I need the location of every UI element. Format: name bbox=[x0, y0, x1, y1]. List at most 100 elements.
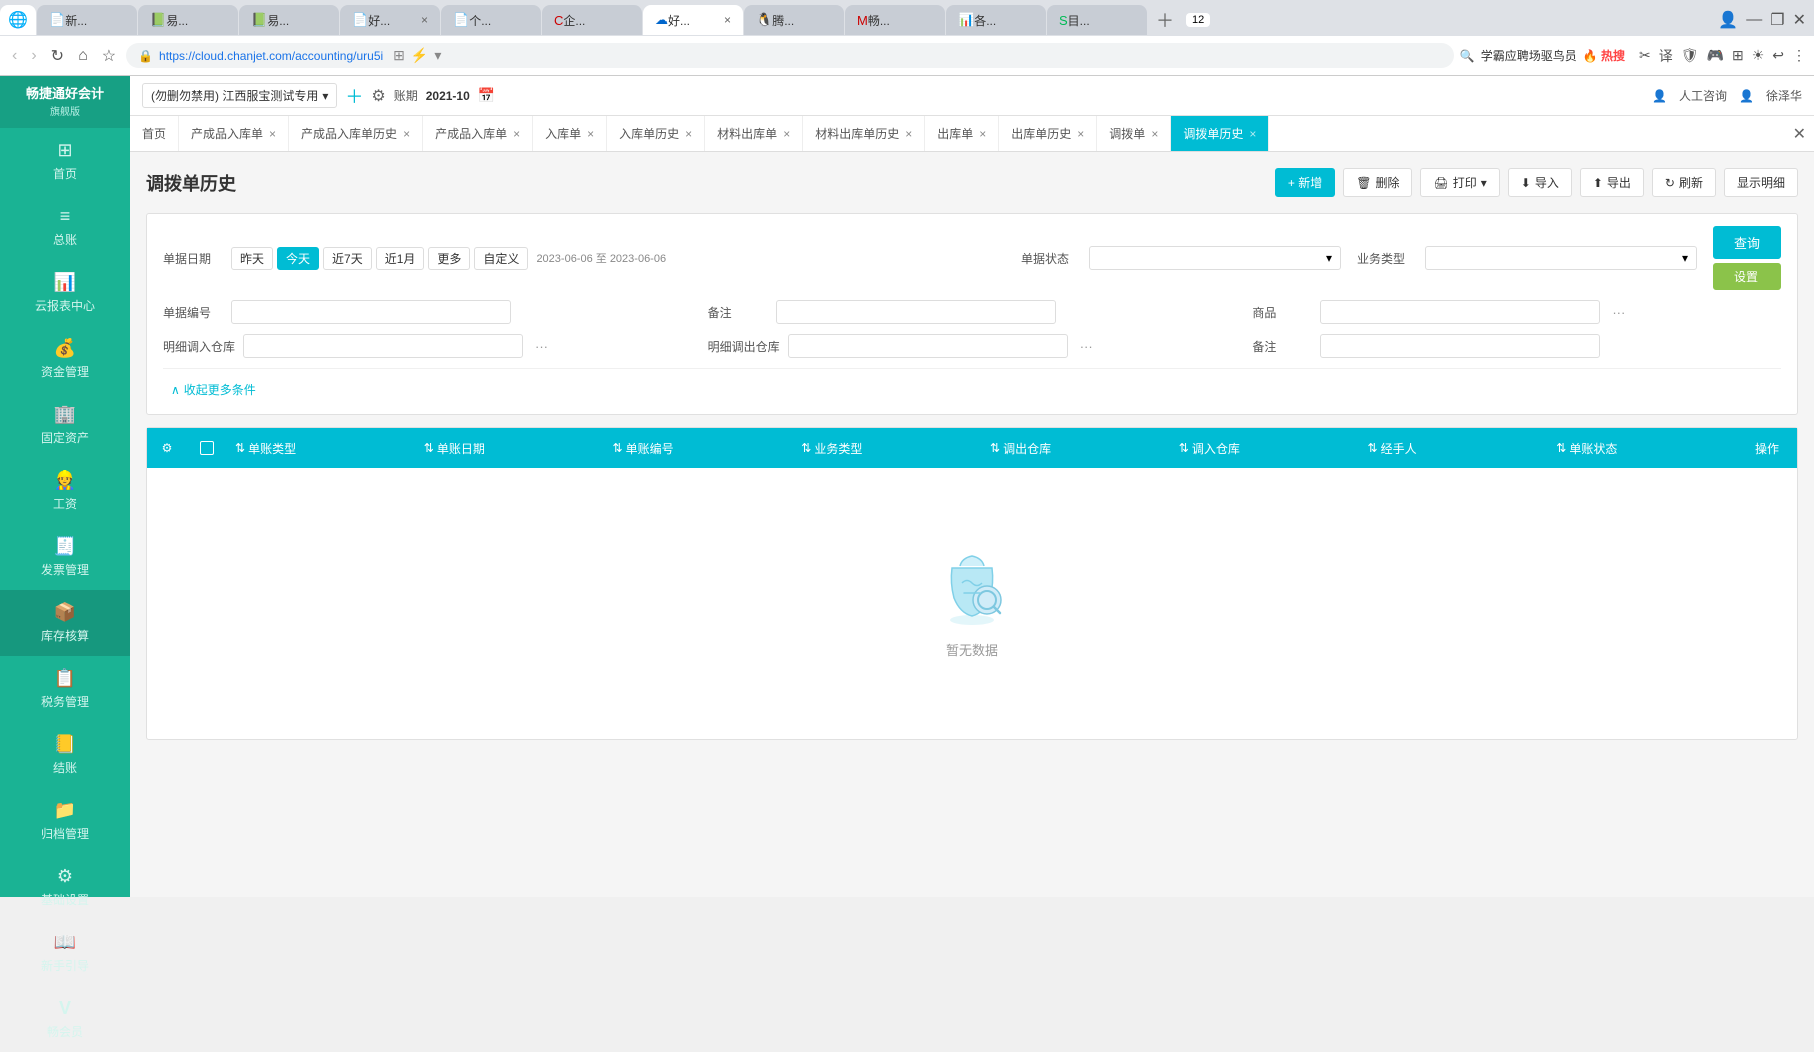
translate-icon[interactable]: 译 bbox=[1659, 46, 1673, 66]
detail-in-input[interactable] bbox=[243, 334, 523, 358]
tab-action-minimize[interactable]: — bbox=[1746, 11, 1762, 29]
goods-ellipsis[interactable]: ··· bbox=[1608, 305, 1629, 320]
home-button[interactable]: ⌂ bbox=[74, 45, 92, 67]
calendar-icon[interactable]: 📅 bbox=[478, 87, 495, 104]
sidebar-item-salary[interactable]: 👷 工资 bbox=[0, 458, 130, 524]
back-button[interactable]: ‹ bbox=[8, 45, 21, 67]
scissors-icon[interactable]: ✂ bbox=[1639, 47, 1651, 64]
undo-icon[interactable]: ↩ bbox=[1772, 47, 1784, 64]
detail-remark-input[interactable] bbox=[1320, 334, 1600, 358]
sidebar-item-reports[interactable]: 📊 云报表中心 bbox=[0, 260, 130, 326]
browser-tab-10[interactable]: S 目... bbox=[1047, 5, 1147, 35]
sidebar-item-invoice[interactable]: 🧾 发票管理 bbox=[0, 524, 130, 590]
tab-close-1[interactable]: × bbox=[269, 127, 276, 141]
page-tab-2[interactable]: 产成品入库单历史 × bbox=[289, 116, 423, 152]
sidebar-item-closing[interactable]: 📒 结账 bbox=[0, 722, 130, 788]
th-out[interactable]: ⇅ 调出仓库 bbox=[982, 440, 1171, 457]
sidebar-item-archive[interactable]: 📁 归档管理 bbox=[0, 788, 130, 854]
forward-button[interactable]: › bbox=[27, 45, 40, 67]
date-btn-custom[interactable]: 自定义 bbox=[474, 247, 528, 270]
print-button[interactable]: 🖨 打印 ▾ bbox=[1420, 168, 1499, 197]
date-btn-1month[interactable]: 近1月 bbox=[376, 247, 425, 270]
browser-tab-9[interactable]: 📊 各... bbox=[946, 5, 1046, 35]
shield-icon[interactable]: 🛡 bbox=[1681, 47, 1699, 64]
th-no[interactable]: ⇅ 单账编号 bbox=[605, 440, 794, 457]
settings-gear-icon[interactable]: ⚙ bbox=[371, 86, 385, 106]
add-company-button[interactable]: ＋ bbox=[345, 83, 363, 109]
sidebar-item-assets[interactable]: 🏢 固定资产 bbox=[0, 392, 130, 458]
docno-input[interactable] bbox=[231, 300, 511, 324]
tab-close-5[interactable]: × bbox=[685, 127, 692, 141]
tab-action-maximize[interactable]: ❐ bbox=[1770, 10, 1784, 30]
page-tab-6[interactable]: 材料出库单 × bbox=[705, 116, 803, 152]
detail-in-ellipsis[interactable]: ··· bbox=[531, 339, 552, 354]
sidebar-item-home[interactable]: ⊞ 首页 bbox=[0, 128, 130, 194]
page-tab-4[interactable]: 入库单 × bbox=[533, 116, 607, 152]
date-btn-today[interactable]: 今天 bbox=[277, 247, 319, 270]
th-handler[interactable]: ⇅ 经手人 bbox=[1360, 440, 1549, 457]
browser-tab-5[interactable]: C 企... bbox=[542, 5, 642, 35]
page-tab-9[interactable]: 出库单历史 × bbox=[999, 116, 1097, 152]
tab-close-4[interactable]: × bbox=[587, 127, 594, 141]
browser-tab-6[interactable]: ☁ 好... × bbox=[643, 5, 743, 35]
page-tab-1[interactable]: 产成品入库单 × bbox=[179, 116, 289, 152]
page-tab-11[interactable]: 调拨单历史 × bbox=[1171, 116, 1269, 152]
browser-tab-1[interactable]: 📗 易... bbox=[138, 5, 238, 35]
sidebar-item-settings[interactable]: ⚙ 基础设置 bbox=[0, 854, 130, 920]
tabs-close-all[interactable]: ✕ bbox=[1785, 124, 1814, 144]
sidebar-item-ledger[interactable]: ≡ 总账 bbox=[0, 194, 130, 260]
sidebar-item-tax[interactable]: 📋 税务管理 bbox=[0, 656, 130, 722]
brightness-icon[interactable]: ☀ bbox=[1752, 47, 1765, 64]
query-button[interactable]: 查询 bbox=[1713, 226, 1781, 259]
tab-close-8[interactable]: × bbox=[979, 127, 986, 141]
user-avatar[interactable]: 👤 bbox=[1739, 89, 1754, 103]
browser-tab-0[interactable]: 📄 新... bbox=[37, 5, 137, 35]
browser-tab-logo[interactable]: 🌐 bbox=[0, 5, 36, 35]
browser-tab-4[interactable]: 📄 个... bbox=[441, 5, 541, 35]
page-tab-8[interactable]: 出库单 × bbox=[925, 116, 999, 152]
date-btn-yesterday[interactable]: 昨天 bbox=[231, 247, 273, 270]
th-in[interactable]: ⇅ 调入仓库 bbox=[1171, 440, 1360, 457]
url-box[interactable]: 🔒 https://cloud.chanjet.com/accounting/u… bbox=[126, 43, 1454, 68]
tab-action-profile[interactable]: 👤 bbox=[1718, 10, 1738, 30]
sidebar-logo[interactable]: 畅捷通好会计 旗舰版 bbox=[0, 76, 130, 128]
page-tab-3[interactable]: 产成品入库单 × bbox=[423, 116, 533, 152]
tab-close-11[interactable]: × bbox=[1249, 127, 1256, 141]
page-tab-5[interactable]: 入库单历史 × bbox=[607, 116, 705, 152]
tab-action-close[interactable]: ✕ bbox=[1793, 10, 1806, 30]
display-button[interactable]: 显示明细 bbox=[1724, 168, 1798, 197]
refresh-button[interactable]: ↻ bbox=[47, 44, 68, 68]
date-btn-7days[interactable]: 近7天 bbox=[323, 247, 372, 270]
date-btn-more[interactable]: 更多 bbox=[428, 247, 470, 270]
th-biz[interactable]: ⇅ 业务类型 bbox=[793, 440, 982, 457]
goods-input[interactable] bbox=[1320, 300, 1600, 324]
browser-tab-7[interactable]: 🐧 腾... bbox=[744, 5, 844, 35]
page-tab-10[interactable]: 调拨单 × bbox=[1097, 116, 1171, 152]
detail-out-input[interactable] bbox=[788, 334, 1068, 358]
biz-type-select[interactable]: ▾ bbox=[1425, 246, 1697, 270]
th-settings[interactable]: ⚙ bbox=[147, 441, 187, 455]
page-tab-home[interactable]: 首页 bbox=[130, 116, 179, 152]
status-select[interactable]: ▾ bbox=[1089, 246, 1341, 270]
bookmark-button[interactable]: ☆ bbox=[98, 44, 120, 68]
select-all-checkbox[interactable] bbox=[200, 441, 214, 455]
browser-tab-3[interactable]: 📄 好... × bbox=[340, 5, 440, 35]
tab-close-9[interactable]: × bbox=[1077, 127, 1084, 141]
browser-tab-8[interactable]: M 畅... bbox=[845, 5, 945, 35]
remark-input[interactable] bbox=[776, 300, 1056, 324]
import-button[interactable]: ⬇ 导入 bbox=[1508, 168, 1572, 197]
th-type[interactable]: ⇅ 单账类型 bbox=[227, 440, 416, 457]
sidebar-item-guide[interactable]: 📖 新手引导 bbox=[0, 920, 130, 986]
export-button[interactable]: ⬆ 导出 bbox=[1580, 168, 1644, 197]
collapse-button[interactable]: ∧ 收起更多条件 bbox=[163, 377, 1781, 402]
refresh-button[interactable]: ↻ 刷新 bbox=[1652, 168, 1716, 197]
browser-tab-2[interactable]: 📗 易... bbox=[239, 5, 339, 35]
sidebar-item-inventory[interactable]: 📦 库存核算 bbox=[0, 590, 130, 656]
tab-close-10[interactable]: × bbox=[1151, 127, 1158, 141]
detail-out-ellipsis[interactable]: ··· bbox=[1076, 339, 1097, 354]
sidebar-item-finance[interactable]: 💰 资金管理 bbox=[0, 326, 130, 392]
game-icon[interactable]: 🎮 bbox=[1707, 47, 1724, 64]
grid-icon[interactable]: ⊞ bbox=[1732, 47, 1744, 64]
more-icon[interactable]: ⋮ bbox=[1792, 47, 1806, 64]
th-checkbox[interactable] bbox=[187, 441, 227, 455]
